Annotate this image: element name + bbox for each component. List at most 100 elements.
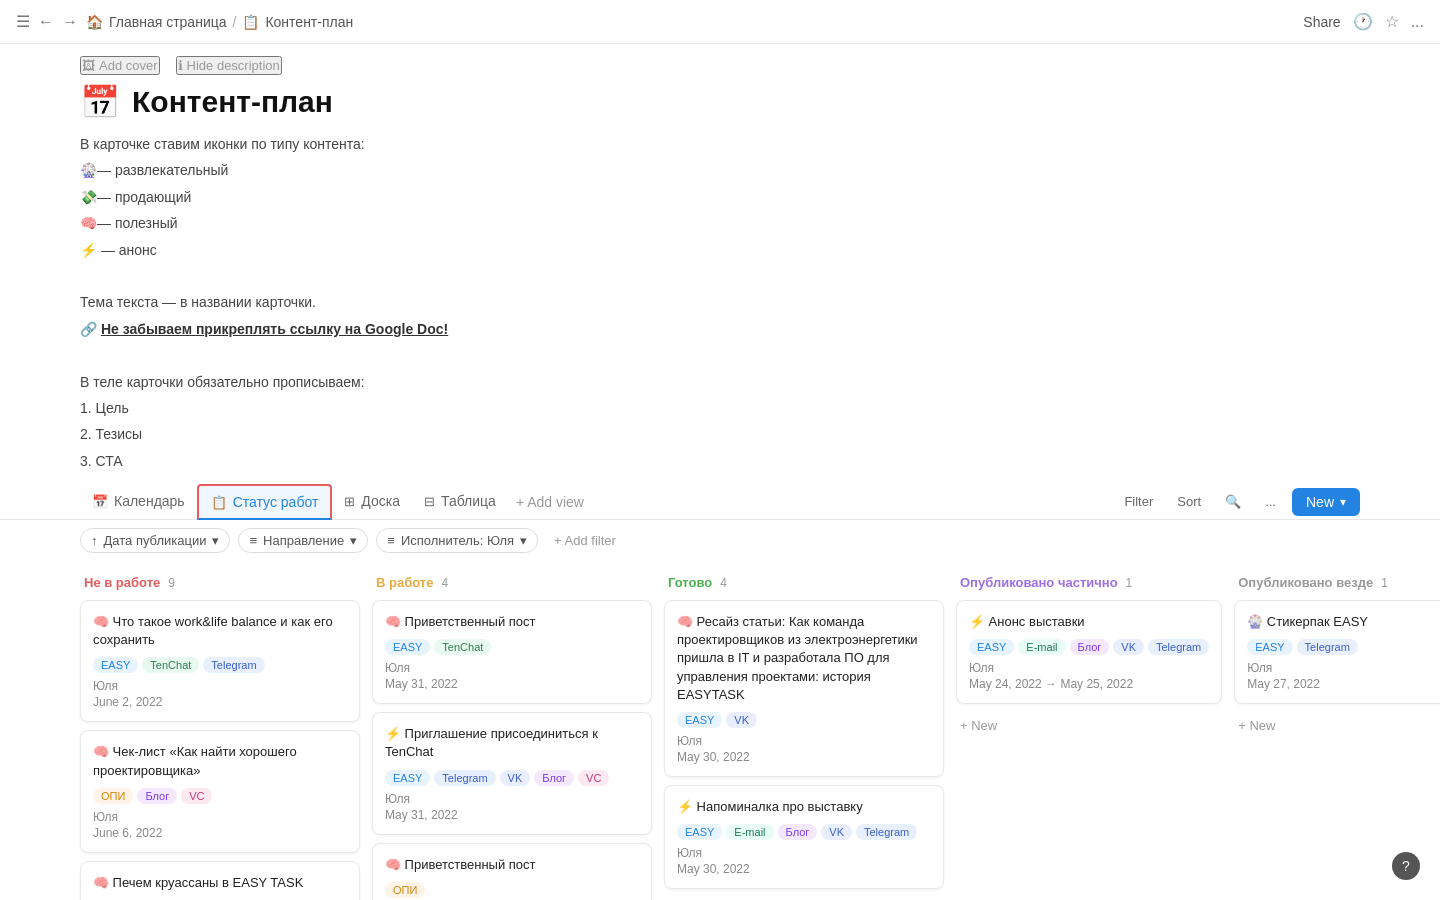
card-tags: EASYE-mailБлогVKTelegram (969, 639, 1209, 655)
new-button[interactable]: New ▾ (1292, 488, 1360, 516)
board-tab-icon: ⊞ (344, 494, 355, 509)
tag-E-mail: E-mail (1018, 639, 1065, 655)
page-actions: 🖼 Add cover ℹ Hide description (80, 52, 1360, 83)
tab-status[interactable]: 📋 Статус работ (197, 484, 333, 520)
google-doc-link[interactable]: Не забываем прикреплять ссылку на Google… (101, 321, 448, 337)
hide-description-button[interactable]: ℹ Hide description (176, 56, 282, 75)
column-header-in_progress: В работе 4 (372, 569, 652, 600)
page-title: Контент-план (132, 85, 333, 119)
card-assignee: Юля (969, 661, 1209, 675)
tag-ОПИ: ОПИ (93, 788, 133, 804)
view-actions: Filter Sort 🔍 ... New ▾ (1116, 488, 1360, 516)
card-ready-1[interactable]: ⚡ Напоминалка про выставку EASYE-mailБло… (664, 785, 944, 889)
back-icon[interactable]: ← (38, 13, 54, 31)
view-tabs: 📅 Календарь 📋 Статус работ ⊞ Доска ⊟ Таб… (0, 484, 1440, 520)
tag-Блог: Блог (778, 824, 818, 840)
add-view-button[interactable]: + Add view (508, 486, 592, 518)
share-button[interactable]: Share (1303, 14, 1340, 30)
nav-left: ☰ ← → 🏠 Главная страница / 📋 Контент-пла… (16, 12, 353, 31)
add-new-pub_partial[interactable]: + New (956, 712, 1222, 739)
column-header-pub_all: Опубликовано везде 1 (1234, 569, 1440, 600)
tag-Telegram: Telegram (203, 657, 264, 673)
card-tags: EASYVK (677, 712, 931, 728)
card-pub_all-0[interactable]: 🎡 Стикерпак EASY EASYTelegram Юля May 27… (1234, 600, 1440, 704)
breadcrumb-home-label[interactable]: Главная страница (109, 14, 227, 30)
card-date: May 30, 2022 (677, 862, 931, 876)
card-date: June 6, 2022 (93, 826, 347, 840)
filter-bar: ↑ Дата публикации ▾ ≡ Направление ▾ ≡ Ис… (0, 520, 1440, 561)
hamburger-icon[interactable]: ☰ (16, 12, 30, 31)
calendar-tab-icon: 📅 (92, 494, 108, 509)
card-tags: EASYTenChat (385, 639, 639, 655)
card-tags: EASY Telegram (1247, 639, 1440, 655)
help-button[interactable]: ? (1392, 852, 1420, 880)
card-assignee: Юля (1247, 661, 1440, 675)
add-cover-button[interactable]: 🖼 Add cover (80, 56, 160, 75)
breadcrumb-page-icon: 📋 (242, 14, 259, 30)
tag-Блог: Блог (137, 788, 177, 804)
page-icon: 📅 (80, 83, 120, 121)
status-tab-icon: 📋 (211, 495, 227, 510)
card-not_working-2[interactable]: 🧠 Печем круассаны в EASY TASK (80, 861, 360, 900)
search-icon[interactable]: 🔍 (1217, 490, 1249, 513)
hide-desc-icon: ℹ (178, 58, 183, 73)
card-in_progress-0[interactable]: 🧠 Приветственный пост EASYTenChat Юля Ma… (372, 600, 652, 704)
column-title-in_progress: В работе (376, 575, 433, 590)
card-title: ⚡ Анонс выставки (969, 613, 1209, 631)
column-title-pub_partial: Опубликовано частично (960, 575, 1118, 590)
card-date: May 24, 2022 → May 25, 2022 (969, 677, 1209, 691)
column-pub_all: Опубликовано везде 1 🎡 Стикерпак EASY EA… (1234, 569, 1440, 900)
tag-E-mail: E-mail (726, 824, 773, 840)
page-header: 🖼 Add cover ℹ Hide description 📅 Контент… (0, 44, 1440, 472)
tag-Блог: Блог (1070, 639, 1110, 655)
card-meta: Юля May 30, 2022 (677, 846, 931, 876)
tag-EASY: EASY (1247, 639, 1292, 655)
tag-EASY: EASY (93, 657, 138, 673)
tag-VK: VK (821, 824, 852, 840)
tag-VC: VC (181, 788, 212, 804)
filter-date[interactable]: ↑ Дата публикации ▾ (80, 528, 230, 553)
star-icon[interactable]: ☆ (1385, 12, 1399, 31)
table-tab-icon: ⊟ (424, 494, 435, 509)
filter-direction[interactable]: ≡ Направление ▾ (238, 528, 368, 553)
column-count-in_progress: 4 (441, 576, 448, 590)
sort-button[interactable]: Sort (1169, 490, 1209, 513)
tag-VK: VK (500, 770, 531, 786)
card-pub_partial-0[interactable]: ⚡ Анонс выставки EASYE-mailБлогVKTelegra… (956, 600, 1222, 704)
card-assignee: Юля (93, 679, 347, 693)
card-meta: Юля May 30, 2022 (677, 734, 931, 764)
card-in_progress-2[interactable]: 🧠 Приветственный пост ОПИ (372, 843, 652, 900)
card-assignee: Юля (677, 846, 931, 860)
filter-direction-icon: ≡ (249, 533, 257, 548)
tab-calendar[interactable]: 📅 Календарь (80, 485, 197, 519)
card-tags: EASYTenChatTelegram (93, 657, 347, 673)
card-not_working-1[interactable]: 🧠 Чек-лист «Как найти хорошего проектиро… (80, 730, 360, 852)
tab-board[interactable]: ⊞ Доска (332, 485, 412, 519)
column-header-ready: Готово 4 (664, 569, 944, 600)
tag-ОПИ: ОПИ (385, 882, 425, 898)
card-date: May 30, 2022 (677, 750, 931, 764)
column-count-pub_partial: 1 (1126, 576, 1133, 590)
card-title: 🧠 Печем круассаны в EASY TASK (93, 874, 347, 892)
filter-button[interactable]: Filter (1116, 490, 1161, 513)
card-in_progress-1[interactable]: ⚡ Приглашение присоединиться к TenChat E… (372, 712, 652, 834)
card-title: 🧠 Приветственный пост (385, 613, 639, 631)
card-not_working-0[interactable]: 🧠 Что такое work&life balance и как его … (80, 600, 360, 722)
forward-icon[interactable]: → (62, 13, 78, 31)
card-date: May 31, 2022 (385, 677, 639, 691)
history-icon[interactable]: 🕐 (1353, 12, 1373, 31)
more-options-button[interactable]: ... (1257, 490, 1284, 513)
add-filter-button[interactable]: + Add filter (546, 529, 624, 552)
card-assignee: Юля (677, 734, 931, 748)
add-new-pub_all[interactable]: + New (1234, 712, 1440, 739)
tag-EASY: EASY (385, 770, 430, 786)
filter-date-icon: ↑ (91, 533, 98, 548)
card-date: May 31, 2022 (385, 808, 639, 822)
filter-assignee[interactable]: ≡ Исполнитель: Юля ▾ (376, 528, 538, 553)
tag-Telegram: Telegram (1297, 639, 1358, 655)
tab-table[interactable]: ⊟ Таблица (412, 485, 508, 519)
more-icon[interactable]: ... (1411, 13, 1424, 31)
card-ready-0[interactable]: 🧠 Ресайз статьи: Как команда проектировщ… (664, 600, 944, 777)
tag-VK: VK (1113, 639, 1144, 655)
breadcrumb-page-label[interactable]: Контент-план (265, 14, 353, 30)
